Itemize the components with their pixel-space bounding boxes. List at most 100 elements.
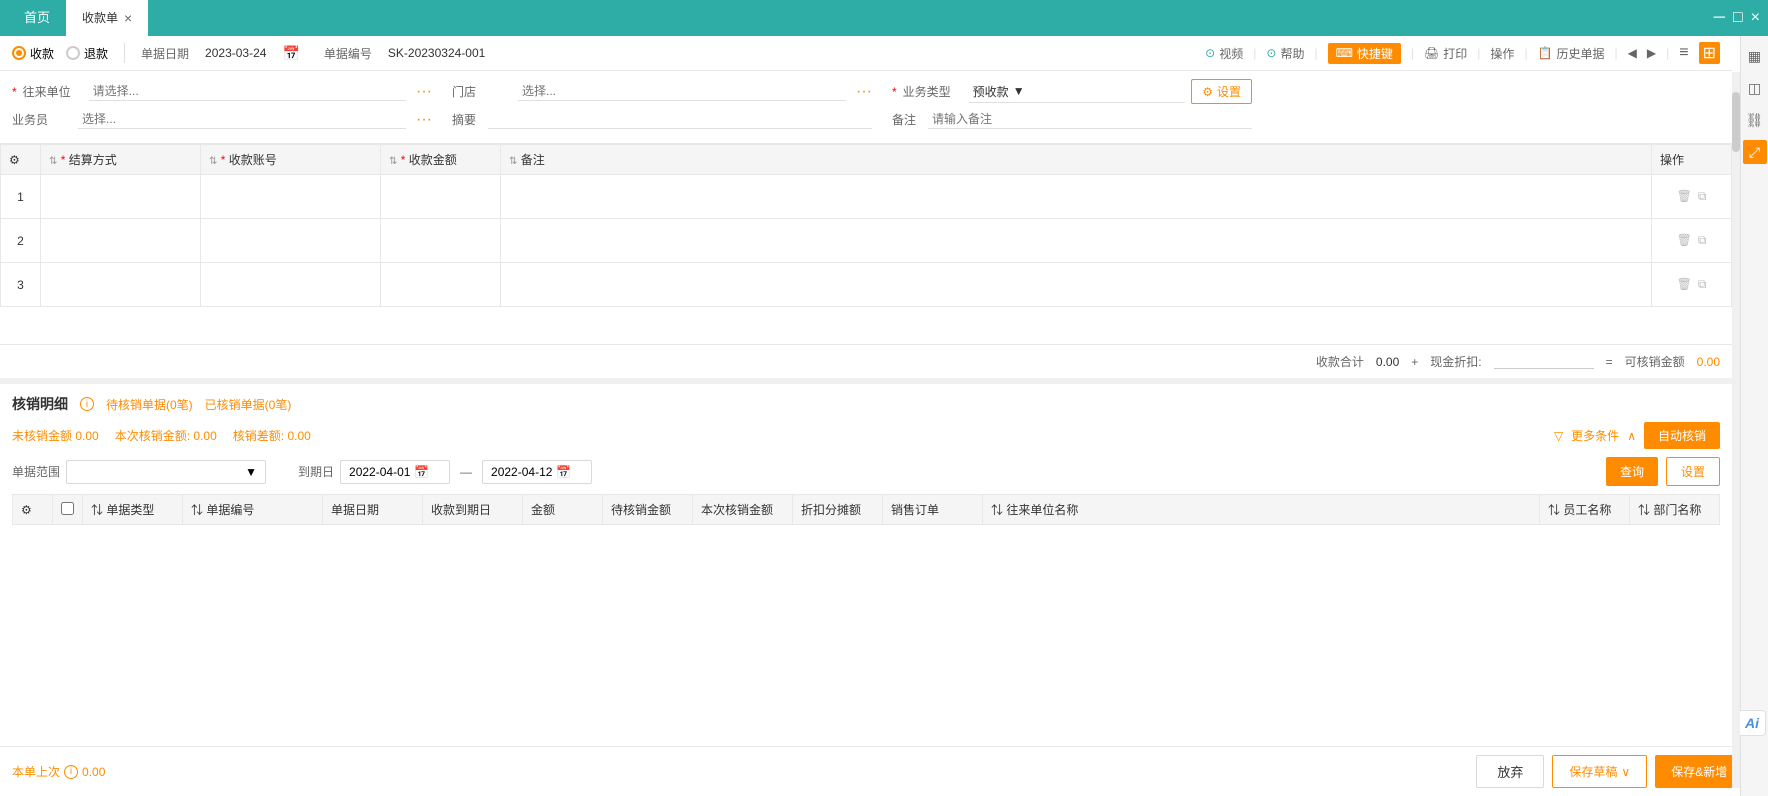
filter-icon[interactable]: ▽: [1554, 429, 1563, 443]
copy-icon-2[interactable]: ⧉: [1698, 233, 1707, 248]
cell-settle-1[interactable]: [41, 175, 201, 219]
select-all-checkbox[interactable]: [61, 502, 74, 515]
partner-input[interactable]: [89, 82, 406, 101]
sort-number-icon[interactable]: ⇅: [191, 503, 203, 517]
bth-checkbox[interactable]: [53, 495, 83, 525]
sidebar-doc-icon[interactable]: ◫: [1743, 76, 1767, 100]
bth-gear[interactable]: ⚙: [13, 495, 53, 525]
cell-settle-2[interactable]: [41, 219, 201, 263]
sort-dept-icon[interactable]: ⇅: [1638, 503, 1650, 517]
copy-icon-1[interactable]: ⧉: [1698, 189, 1707, 204]
cell-amount-1[interactable]: [381, 175, 501, 219]
scrollbar-thumb[interactable]: [1732, 92, 1740, 152]
cell-account-2[interactable]: [201, 219, 381, 263]
bottom-gear-icon[interactable]: ⚙: [21, 503, 32, 517]
operation-label: 操作: [1490, 45, 1514, 62]
cal-to-icon[interactable]: 📅: [556, 465, 571, 479]
cell-remark-2[interactable]: [501, 219, 1652, 263]
tab-home[interactable]: 首页: [8, 0, 66, 36]
abandon-button[interactable]: 放弃: [1476, 755, 1544, 788]
close-window-icon[interactable]: ×: [1751, 9, 1760, 27]
tab-active[interactable]: 收款单 ×: [66, 0, 148, 36]
cell-remark-1[interactable]: [501, 175, 1652, 219]
operation-btn[interactable]: 操作: [1490, 45, 1514, 62]
save-draft-button[interactable]: 保存草稿 ∨: [1552, 755, 1647, 788]
staff-more-icon[interactable]: ···: [416, 111, 432, 129]
sort-partner-icon[interactable]: ⇅: [991, 503, 1003, 517]
auto-verify-button[interactable]: 自动核销: [1644, 422, 1720, 449]
th-amount: ⇅ * 收款金额: [381, 145, 501, 175]
radio-collect[interactable]: 收款: [12, 45, 54, 62]
tab-close-icon[interactable]: ×: [124, 11, 132, 25]
delete-icon-1[interactable]: 🗑: [1677, 189, 1692, 204]
cal-from-icon[interactable]: 📅: [414, 465, 429, 479]
partner-more-icon[interactable]: ···: [416, 83, 432, 101]
history-btn[interactable]: 📋 历史单据: [1538, 45, 1605, 62]
ai-button[interactable]: Ai: [1738, 710, 1766, 736]
cell-account-1[interactable]: [201, 175, 381, 219]
note-input[interactable]: [928, 110, 1252, 129]
sidebar-link-icon[interactable]: ⛓: [1743, 108, 1767, 132]
cell-settle-3[interactable]: [41, 263, 201, 307]
grid-view-icon[interactable]: ≡: [1679, 44, 1688, 62]
sort-type-icon[interactable]: ⇅: [91, 503, 103, 517]
th-gear[interactable]: ⚙: [1, 145, 41, 175]
more-conditions-label[interactable]: 更多条件: [1571, 427, 1619, 444]
calendar-icon[interactable]: 📅: [282, 45, 299, 62]
total-label: 收款合计: [1316, 353, 1364, 370]
range-select[interactable]: ▼: [66, 460, 266, 484]
delete-icon-2[interactable]: 🗑: [1677, 233, 1692, 248]
delete-icon-3[interactable]: 🗑: [1677, 277, 1692, 292]
store-input[interactable]: [518, 82, 846, 101]
discount-input[interactable]: [1494, 354, 1594, 369]
due-from-picker[interactable]: 2022-04-01 📅: [340, 460, 450, 484]
settings-button[interactable]: ⚙ 设置: [1191, 79, 1252, 104]
nav-next-icon[interactable]: ▶: [1647, 46, 1656, 60]
maximize-icon[interactable]: □: [1733, 9, 1743, 27]
cell-action-1: 🗑 ⧉: [1652, 175, 1732, 219]
sort-staff-icon[interactable]: ⇅: [1548, 503, 1560, 517]
shortcut-label: 快捷键: [1357, 45, 1393, 62]
cell-amount-2[interactable]: [381, 219, 501, 263]
copy-icon-3[interactable]: ⧉: [1698, 277, 1707, 292]
staff-input[interactable]: [78, 110, 406, 129]
biz-type-select[interactable]: 预收款 ▼: [969, 81, 1186, 103]
done-tab[interactable]: 已核销单据(0笔): [205, 396, 292, 413]
help-btn[interactable]: ⊙ 帮助: [1266, 45, 1304, 62]
summary-label: 摘要: [452, 111, 482, 128]
sort-settle-icon[interactable]: ⇅: [49, 156, 57, 167]
settings-btn2[interactable]: 设置: [1666, 457, 1720, 486]
video-btn[interactable]: ⊙ 视频: [1205, 45, 1243, 62]
print-btn[interactable]: 🖨 打印: [1424, 45, 1467, 62]
video-label: 视频: [1219, 45, 1243, 62]
radio-refund[interactable]: 退款: [66, 45, 108, 62]
query-button[interactable]: 查询: [1606, 457, 1658, 486]
settings-label: 设置: [1217, 83, 1241, 100]
list-view-icon[interactable]: ⊞: [1699, 42, 1720, 64]
store-more-icon[interactable]: ···: [856, 83, 872, 101]
sort-account-icon[interactable]: ⇅: [209, 156, 217, 167]
pending-tab[interactable]: 待核销单据(0笔): [106, 396, 193, 413]
verify-info-icon[interactable]: i: [80, 397, 94, 411]
video-icon: ⊙: [1205, 46, 1215, 60]
shortcut-btn[interactable]: ⌨ 快捷键: [1328, 43, 1401, 64]
cell-account-3[interactable]: [201, 263, 381, 307]
nav-prev-icon[interactable]: ◀: [1628, 46, 1637, 60]
cell-index-2: 2: [1, 219, 41, 263]
bth-pending-label: 待核销金额: [611, 503, 671, 517]
sidebar-expand-icon[interactable]: ⤢: [1743, 140, 1767, 164]
sort-remark-icon[interactable]: ⇅: [509, 156, 517, 167]
sort-amount-icon[interactable]: ⇅: [389, 156, 397, 167]
bth-order: 销售订单: [883, 495, 983, 525]
biz-type-chevron: ▼: [1013, 84, 1025, 98]
cell-remark-3[interactable]: [501, 263, 1652, 307]
sidebar-table-icon[interactable]: ▦: [1743, 44, 1767, 68]
summary-input[interactable]: [488, 110, 872, 129]
minimize-icon[interactable]: ─: [1714, 9, 1725, 27]
footer-info-icon[interactable]: i: [64, 765, 78, 779]
due-from-value: 2022-04-01: [349, 465, 410, 479]
due-to-picker[interactable]: 2022-04-12 📅: [482, 460, 592, 484]
gear-icon[interactable]: ⚙: [9, 153, 20, 167]
cell-amount-3[interactable]: [381, 263, 501, 307]
more-chevron-icon[interactable]: ∧: [1627, 429, 1636, 443]
